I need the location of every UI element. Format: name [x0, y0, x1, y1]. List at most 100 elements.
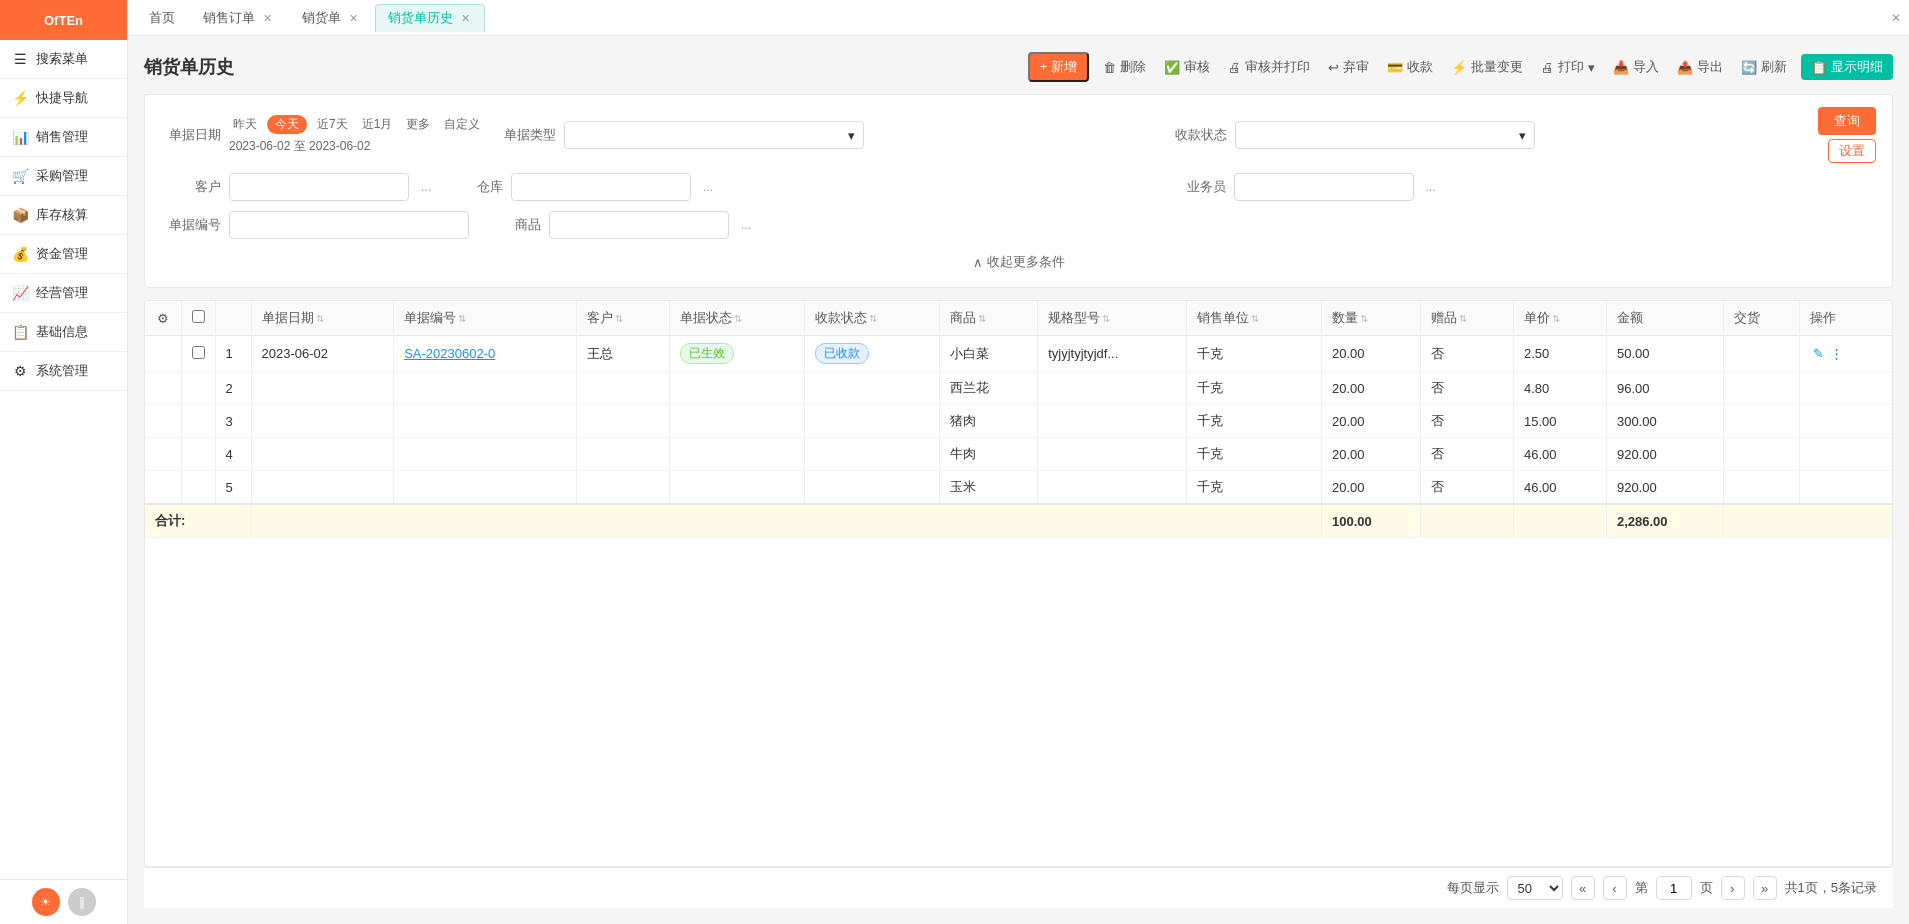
- more-action-btn[interactable]: ⋮: [1827, 346, 1846, 361]
- td-action[interactable]: [1800, 405, 1892, 438]
- collapse-row[interactable]: ∧ 收起更多条件: [161, 249, 1876, 275]
- delete-button[interactable]: 🗑 删除: [1099, 56, 1150, 78]
- filter-doc-no-input[interactable]: [229, 211, 469, 239]
- filter-doc-no-field: 单据编号: [161, 211, 469, 239]
- th-spec[interactable]: 规格型号⇅: [1038, 301, 1186, 336]
- audit-button[interactable]: ✅ 审核: [1160, 56, 1214, 78]
- td-checkbox[interactable]: [181, 372, 215, 405]
- td-checkbox[interactable]: [181, 471, 215, 505]
- tab-sales-goods-close[interactable]: ✕: [347, 11, 360, 26]
- sidebar-item-search-menu[interactable]: ☰ 搜索菜单: [0, 40, 127, 79]
- date-shortcut-yesterday[interactable]: 昨天: [229, 115, 261, 134]
- summary-label: 合计:: [145, 504, 251, 538]
- sidebar-item-label: 经营管理: [36, 284, 88, 302]
- settings-button[interactable]: 设置: [1828, 139, 1876, 163]
- th-doc-no[interactable]: 单据编号⇅: [394, 301, 577, 336]
- td-doc-no[interactable]: [394, 471, 577, 505]
- sidebar-item-purchase-mgmt[interactable]: 🛒 采购管理: [0, 157, 127, 196]
- td-doc-no[interactable]: SA-20230602-0: [394, 336, 577, 372]
- abandon-button[interactable]: ↩ 弃审: [1324, 56, 1373, 78]
- sidebar-item-inventory[interactable]: 📦 库存核算: [0, 196, 127, 235]
- tab-sales-order[interactable]: 销售订单 ✕: [190, 4, 287, 32]
- audit-print-button[interactable]: 🖨 审核并打印: [1224, 56, 1314, 78]
- th-date[interactable]: 单据日期⇅: [251, 301, 394, 336]
- sidebar-item-basic-info[interactable]: 📋 基础信息: [0, 313, 127, 352]
- td-spec: [1038, 405, 1186, 438]
- td-doc-no[interactable]: [394, 405, 577, 438]
- tab-sales-history[interactable]: 销货单历史 ✕: [375, 4, 485, 32]
- th-doc-status[interactable]: 单据状态⇅: [669, 301, 804, 336]
- filter-staff-ellipsis[interactable]: ...: [1426, 180, 1436, 194]
- filter-doc-type-select[interactable]: ▾: [564, 121, 864, 149]
- th-customer[interactable]: 客户⇅: [576, 301, 669, 336]
- td-action[interactable]: [1800, 438, 1892, 471]
- next-page-btn[interactable]: ›: [1721, 876, 1745, 900]
- th-goods[interactable]: 商品⇅: [940, 301, 1038, 336]
- filter-customer-ellipsis[interactable]: ...: [421, 180, 431, 194]
- sidebar-item-operations[interactable]: 📈 经营管理: [0, 274, 127, 313]
- last-page-btn[interactable]: »: [1753, 876, 1777, 900]
- sidebar-extra-btn[interactable]: ‖: [68, 888, 96, 916]
- filter-goods-ellipsis[interactable]: ...: [741, 218, 751, 232]
- td-action[interactable]: ✎⋮: [1800, 336, 1892, 372]
- filter-warehouse-input[interactable]: [511, 173, 691, 201]
- table-row: 3猪肉千克20.00否15.00300.00: [145, 405, 1892, 438]
- th-checkbox[interactable]: [181, 301, 215, 336]
- query-button[interactable]: 查询: [1818, 107, 1876, 135]
- select-all-checkbox[interactable]: [192, 310, 205, 323]
- td-checkbox[interactable]: [181, 438, 215, 471]
- print-icon: 🖨: [1541, 60, 1554, 75]
- new-button[interactable]: + 新增: [1028, 52, 1089, 82]
- row-checkbox[interactable]: [192, 346, 205, 359]
- total-record-label: 共1页，5条记录: [1785, 879, 1877, 897]
- batch-change-button[interactable]: ⚡ 批量变更: [1447, 56, 1527, 78]
- display-detail-button[interactable]: 📋 显示明细: [1801, 54, 1893, 80]
- td-sales-unit: 千克: [1186, 405, 1321, 438]
- tab-home[interactable]: 首页: [136, 4, 188, 32]
- td-action[interactable]: [1800, 372, 1892, 405]
- th-collect-status[interactable]: 收款状态⇅: [805, 301, 940, 336]
- filter-goods-input[interactable]: [549, 211, 729, 239]
- doc-no-link[interactable]: SA-20230602-0: [404, 346, 495, 361]
- th-gift[interactable]: 赠品⇅: [1421, 301, 1514, 336]
- td-checkbox[interactable]: [181, 336, 215, 372]
- filter-customer-label: 客户: [161, 178, 221, 196]
- td-checkbox[interactable]: [181, 405, 215, 438]
- prev-page-btn[interactable]: ‹: [1603, 876, 1627, 900]
- tab-sales-history-close[interactable]: ✕: [459, 11, 472, 26]
- page-number-input[interactable]: [1656, 876, 1692, 900]
- collect-button[interactable]: 💳 收款: [1383, 56, 1437, 78]
- td-goods: 西兰花: [940, 372, 1038, 405]
- date-shortcut-1month[interactable]: 近1月: [358, 115, 397, 134]
- td-action[interactable]: [1800, 471, 1892, 505]
- th-sales-unit[interactable]: 销售单位⇅: [1186, 301, 1321, 336]
- th-unit-price[interactable]: 单价⇅: [1514, 301, 1607, 336]
- filter-customer-input[interactable]: [229, 173, 409, 201]
- sidebar-item-finance[interactable]: 💰 资金管理: [0, 235, 127, 274]
- print-button[interactable]: 🖨 打印 ▾: [1537, 56, 1599, 78]
- sidebar-item-quick-nav[interactable]: ⚡ 快捷导航: [0, 79, 127, 118]
- sidebar-item-system-mgmt[interactable]: ⚙ 系统管理: [0, 352, 127, 391]
- edit-action-btn[interactable]: ✎: [1810, 346, 1827, 361]
- td-doc-no[interactable]: [394, 372, 577, 405]
- date-shortcut-custom[interactable]: 自定义: [440, 115, 484, 134]
- th-quantity[interactable]: 数量⇅: [1322, 301, 1421, 336]
- tab-sales-goods[interactable]: 销货单 ✕: [289, 4, 373, 32]
- td-doc-no[interactable]: [394, 438, 577, 471]
- close-all-button[interactable]: ✕: [1891, 11, 1901, 25]
- first-page-btn[interactable]: «: [1571, 876, 1595, 900]
- date-shortcut-today[interactable]: 今天: [267, 115, 307, 134]
- filter-staff-input[interactable]: [1234, 173, 1414, 201]
- tab-sales-order-close[interactable]: ✕: [261, 11, 274, 26]
- import-button[interactable]: 📥 导入: [1609, 56, 1663, 78]
- date-shortcut-more[interactable]: 更多: [402, 115, 434, 134]
- date-shortcut-7days[interactable]: 近7天: [313, 115, 352, 134]
- sidebar-collapse-btn[interactable]: ☀: [32, 888, 60, 916]
- filter-warehouse-ellipsis[interactable]: ...: [703, 180, 713, 194]
- sidebar-item-sales-mgmt[interactable]: 📊 销售管理: [0, 118, 127, 157]
- page-size-select[interactable]: 50 100 200: [1507, 876, 1563, 900]
- export-button[interactable]: 📤 导出: [1673, 56, 1727, 78]
- refresh-button[interactable]: 🔄 刷新: [1737, 56, 1791, 78]
- filter-collect-status-select[interactable]: ▾: [1235, 121, 1535, 149]
- th-settings[interactable]: ⚙: [145, 301, 181, 336]
